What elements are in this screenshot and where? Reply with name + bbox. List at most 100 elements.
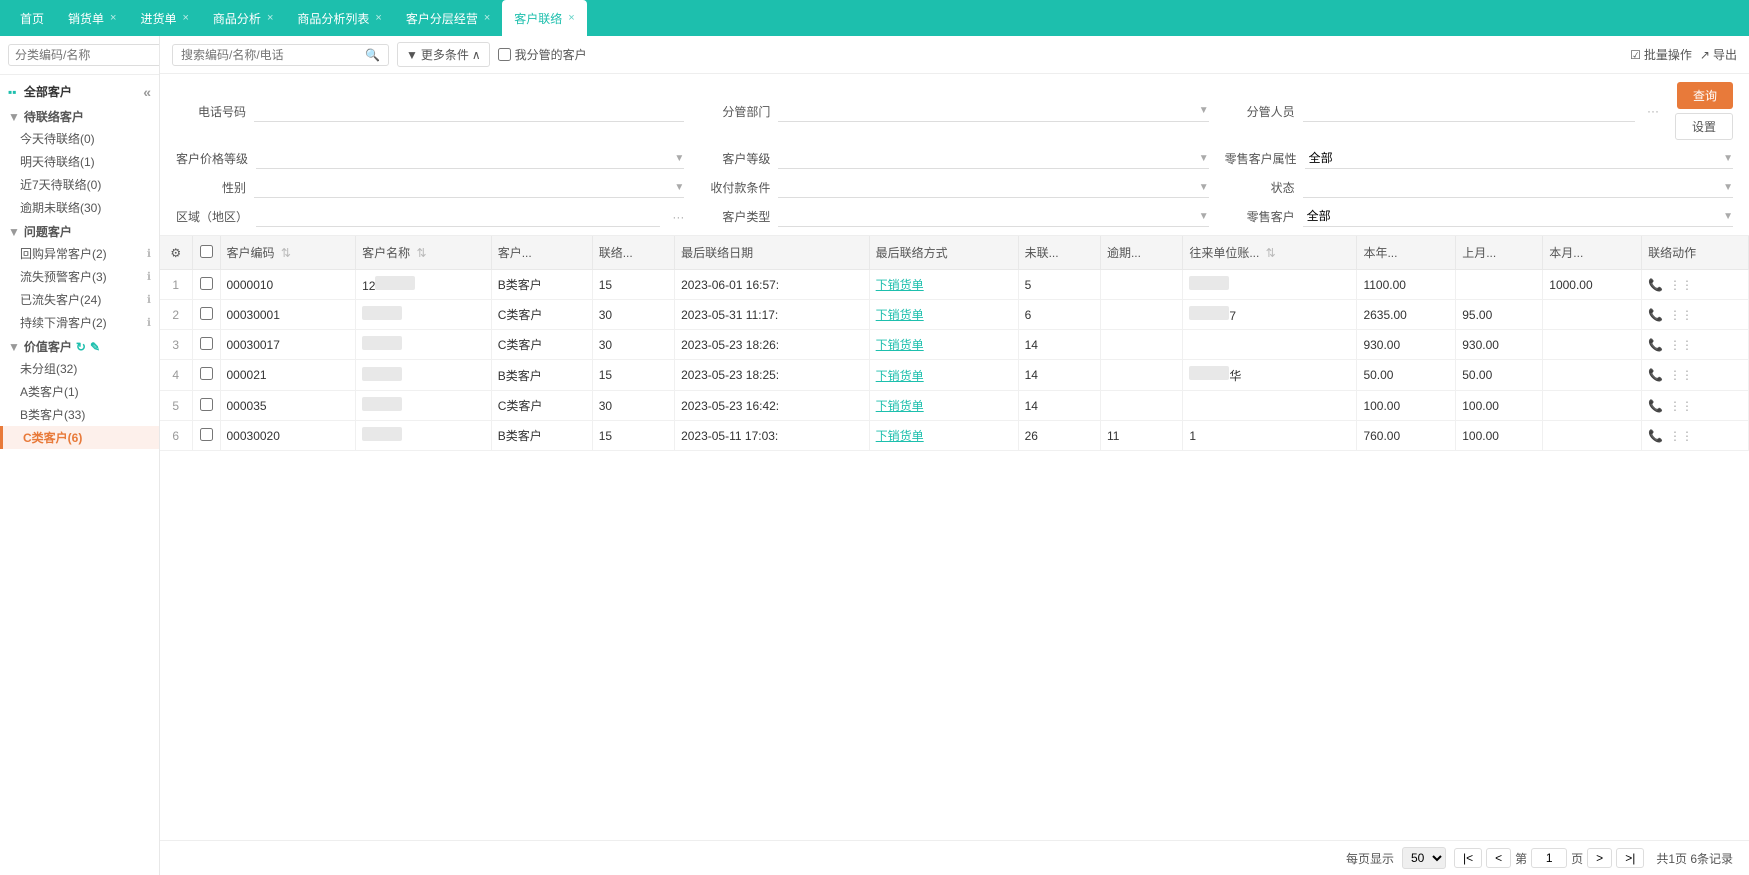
phone-input[interactable] <box>254 101 684 122</box>
sidebar-item-repurchase-abnormal[interactable]: 回购异常客户(2) ℹ <box>0 242 159 265</box>
area-more-icon[interactable]: ··· <box>672 210 684 224</box>
sidebar-search-input[interactable] <box>8 44 160 66</box>
close-customer-layer-icon[interactable]: × <box>484 12 490 24</box>
td-last-method[interactable]: 下销货单 <box>869 360 1018 391</box>
row-checkbox[interactable] <box>200 398 213 411</box>
contact-link[interactable]: 下销货单 <box>876 308 924 322</box>
nav-home[interactable]: 首页 <box>8 0 56 36</box>
nav-product-list[interactable]: 商品分析列表 × <box>285 0 393 36</box>
sidebar-item-churned[interactable]: 已流失客户(24) ℹ <box>0 288 159 311</box>
edit-icon[interactable]: ✎ <box>90 340 100 354</box>
group-value-label[interactable]: ▼ 价值客户 ↻ ✎ <box>0 334 159 357</box>
td-checkbox[interactable] <box>192 360 220 391</box>
close-product-analysis-icon[interactable]: × <box>267 12 273 24</box>
sidebar-item-today[interactable]: 今天待联络(0) <box>0 127 159 150</box>
group-problem-label[interactable]: ▼ 问题客户 <box>0 219 159 242</box>
row-checkbox[interactable] <box>200 428 213 441</box>
customer-value-select[interactable] <box>256 148 674 168</box>
more-action-icon[interactable]: ⋮⋮ <box>1669 368 1693 382</box>
contact-link[interactable]: 下销货单 <box>876 338 924 352</box>
last-page-btn[interactable]: >| <box>1616 848 1644 868</box>
more-filters-btn[interactable]: ▼ 更多条件 ∧ <box>397 42 490 67</box>
contact-link[interactable]: 下销货单 <box>876 429 924 443</box>
td-last-method[interactable]: 下销货单 <box>869 330 1018 360</box>
th-code[interactable]: 客户编码 ⇅ <box>220 236 356 270</box>
td-checkbox[interactable] <box>192 421 220 451</box>
td-last-method[interactable]: 下销货单 <box>869 421 1018 451</box>
search-input[interactable] <box>181 48 361 62</box>
next-page-btn[interactable]: > <box>1587 848 1612 868</box>
export-btn[interactable]: ↗ 导出 <box>1700 46 1737 63</box>
phone-action-icon[interactable]: 📞 <box>1648 429 1663 443</box>
td-last-method[interactable]: 下销货单 <box>869 391 1018 421</box>
row-checkbox[interactable] <box>200 337 213 350</box>
phone-action-icon[interactable]: 📞 <box>1648 368 1663 382</box>
my-customers-checkbox-label[interactable]: 我分管的客户 <box>498 46 587 63</box>
close-product-list-icon[interactable]: × <box>375 12 381 24</box>
retail-attr-select[interactable]: 全部 <box>1305 148 1723 168</box>
sidebar-item-7days[interactable]: 近7天待联络(0) <box>0 173 159 196</box>
td-last-method[interactable]: 下销货单 <box>869 270 1018 300</box>
th-checkbox[interactable] <box>192 236 220 270</box>
batch-btn[interactable]: ☑ 批量操作 <box>1630 46 1692 63</box>
sidebar-item-overdue[interactable]: 逾期未联络(30) <box>0 196 159 219</box>
page-input[interactable] <box>1531 848 1567 868</box>
sidebar-item-ungroup[interactable]: 未分组(32) <box>0 357 159 380</box>
nav-product-analysis[interactable]: 商品分析 × <box>201 0 285 36</box>
th-gear[interactable]: ⚙ <box>160 236 192 270</box>
row-checkbox[interactable] <box>200 277 213 290</box>
more-action-icon[interactable]: ⋮⋮ <box>1669 399 1693 413</box>
row-checkbox[interactable] <box>200 307 213 320</box>
refresh-icon[interactable]: ↻ <box>76 340 86 354</box>
sidebar-item-b-type[interactable]: B类客户(33) <box>0 403 159 426</box>
sidebar-item-a-type[interactable]: A类客户(1) <box>0 380 159 403</box>
td-checkbox[interactable] <box>192 270 220 300</box>
row-checkbox[interactable] <box>200 367 213 380</box>
select-all-checkbox[interactable] <box>200 245 213 258</box>
manager-input[interactable] <box>1303 101 1635 122</box>
group-pending-label[interactable]: ▼ 待联络客户 <box>0 104 159 127</box>
first-page-btn[interactable]: |< <box>1454 848 1482 868</box>
close-customer-contact-icon[interactable]: × <box>568 12 574 24</box>
nav-sales[interactable]: 销货单 × <box>56 0 128 36</box>
more-icon[interactable]: ··· <box>1647 104 1659 118</box>
th-account[interactable]: 往来单位账... ⇅ <box>1183 236 1357 270</box>
sidebar-item-tomorrow[interactable]: 明天待联络(1) <box>0 150 159 173</box>
sidebar-item-churn-warning[interactable]: 流失预警客户(3) ℹ <box>0 265 159 288</box>
search-icon[interactable]: 🔍 <box>365 48 380 62</box>
more-action-icon[interactable]: ⋮⋮ <box>1669 429 1693 443</box>
customer-type-select[interactable] <box>778 206 1198 226</box>
contact-link[interactable]: 下销货单 <box>876 399 924 413</box>
close-sales-icon[interactable]: × <box>110 12 116 24</box>
td-checkbox[interactable] <box>192 300 220 330</box>
more-action-icon[interactable]: ⋮⋮ <box>1669 278 1693 292</box>
per-page-select[interactable]: 50 <box>1402 847 1446 869</box>
sidebar-item-declining[interactable]: 持续下滑客户(2) ℹ <box>0 311 159 334</box>
phone-action-icon[interactable]: 📞 <box>1648 338 1663 352</box>
td-last-method[interactable]: 下销货单 <box>869 300 1018 330</box>
more-action-icon[interactable]: ⋮⋮ <box>1669 308 1693 322</box>
area-input[interactable] <box>256 206 660 227</box>
phone-action-icon[interactable]: 📞 <box>1648 399 1663 413</box>
my-customers-checkbox[interactable] <box>498 48 511 61</box>
nav-purchase[interactable]: 进货单 × <box>128 0 200 36</box>
customer-level-select[interactable] <box>778 148 1198 168</box>
more-action-icon[interactable]: ⋮⋮ <box>1669 338 1693 352</box>
td-checkbox[interactable] <box>192 391 220 421</box>
th-name[interactable]: 客户名称 ⇅ <box>356 236 492 270</box>
contact-link[interactable]: 下销货单 <box>876 369 924 383</box>
sidebar-item-c-type[interactable]: C类客户(6) <box>0 426 159 449</box>
close-purchase-icon[interactable]: × <box>182 12 188 24</box>
dept-select[interactable] <box>778 101 1198 121</box>
status-select[interactable] <box>1303 177 1723 197</box>
contact-link[interactable]: 下销货单 <box>876 278 924 292</box>
nav-customer-contact[interactable]: 客户联络 × <box>502 0 586 36</box>
nav-customer-layer[interactable]: 客户分层经营 × <box>394 0 502 36</box>
retail-customer-select[interactable]: 全部 <box>1303 206 1723 226</box>
td-checkbox[interactable] <box>192 330 220 360</box>
settings-btn[interactable]: 设置 <box>1675 113 1733 140</box>
payment-select[interactable] <box>778 177 1198 197</box>
phone-action-icon[interactable]: 📞 <box>1648 278 1663 292</box>
prev-page-btn[interactable]: < <box>1486 848 1511 868</box>
query-btn[interactable]: 查询 <box>1677 82 1733 109</box>
